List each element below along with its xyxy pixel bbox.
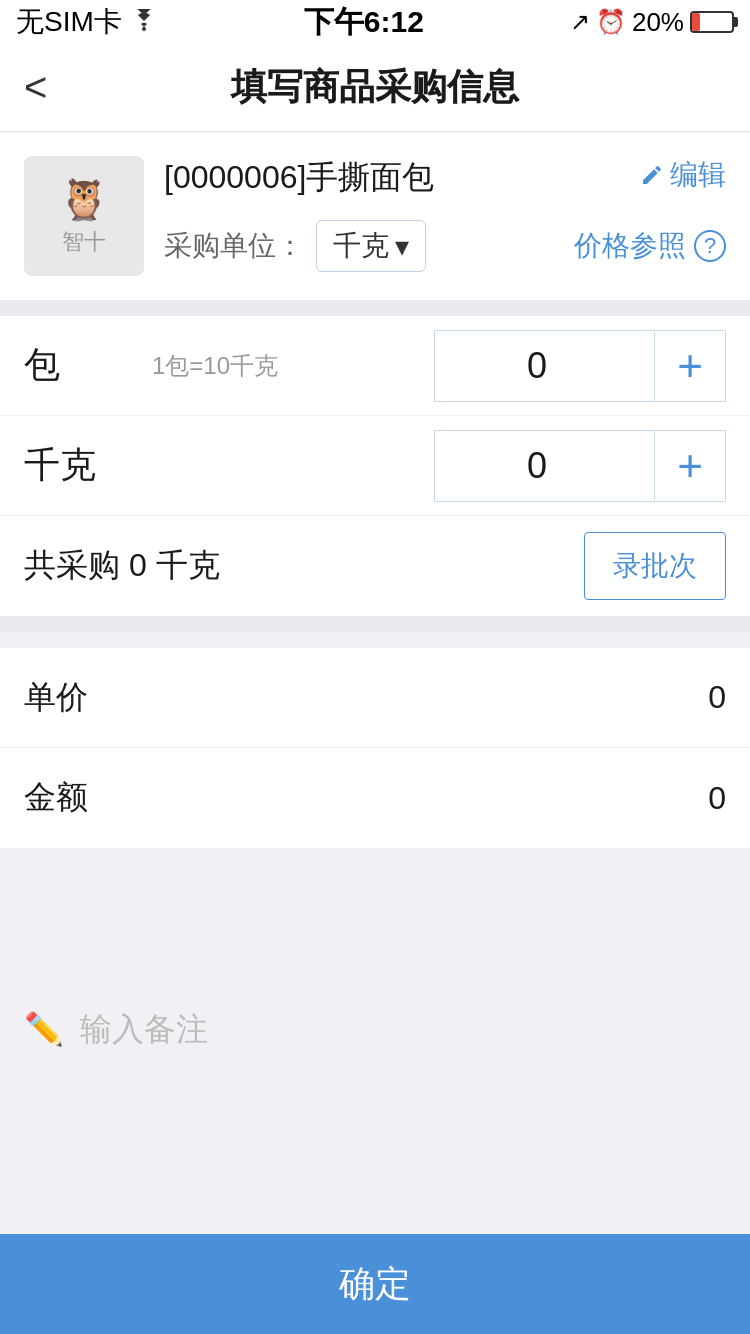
- edit-label: 编辑: [670, 156, 726, 194]
- purchase-unit-label: 采购单位：: [164, 227, 304, 265]
- amount-row: 金额 0: [0, 748, 750, 848]
- unit-price-value: 0: [708, 679, 726, 716]
- kg-quantity-input[interactable]: [434, 430, 654, 502]
- record-batch-button[interactable]: 录批次: [584, 532, 726, 600]
- time-display: 下午6:12: [304, 2, 424, 43]
- bao-quantity-input[interactable]: [434, 330, 654, 402]
- notes-section[interactable]: ✏️ 输入备注: [0, 848, 750, 1208]
- product-logo-icon: 🦉: [59, 176, 109, 223]
- price-ref-label: 价格参照: [574, 227, 686, 265]
- section-divider-1: [0, 300, 750, 316]
- page-title: 填写商品采购信息: [231, 63, 519, 112]
- pencil-icon: ✏️: [24, 1010, 64, 1048]
- amount-value: 0: [708, 780, 726, 817]
- location-icon: ↗: [570, 8, 590, 36]
- status-right: ↗ ⏰ 20%: [570, 7, 734, 38]
- price-reference-button[interactable]: 价格参照 ?: [574, 227, 726, 265]
- battery-icon: [690, 11, 734, 33]
- bao-plus-button[interactable]: +: [654, 330, 726, 402]
- product-section: 🦉 智十 [0000006]手撕面包 编辑 采购单位： 千克 ▾ 价格参照 ?: [0, 132, 750, 300]
- bao-quantity-row: 包 1包=10千克 +: [0, 316, 750, 416]
- bao-label: 包: [24, 341, 144, 390]
- unit-dropdown[interactable]: 千克 ▾: [316, 220, 426, 272]
- dropdown-arrow-icon: ▾: [395, 230, 409, 263]
- total-label: 共采购 0 千克: [24, 544, 220, 588]
- unit-price-label: 单价: [24, 676, 88, 720]
- kg-input-group: +: [434, 430, 726, 502]
- status-left: 无SIM卡: [16, 3, 158, 41]
- carrier-text: 无SIM卡: [16, 3, 122, 41]
- status-bar: 无SIM卡 下午6:12 ↗ ⏰ 20%: [0, 0, 750, 44]
- alarm-icon: ⏰: [596, 8, 626, 36]
- product-name: [0000006]手撕面包: [164, 156, 434, 200]
- purchase-unit-row: 采购单位： 千克 ▾ 价格参照 ?: [164, 220, 726, 272]
- unit-price-row: 单价 0: [0, 648, 750, 748]
- nav-bar: < 填写商品采购信息: [0, 44, 750, 132]
- unit-value: 千克: [333, 227, 389, 265]
- notes-inner: ✏️ 输入备注: [24, 1004, 726, 1052]
- edit-button[interactable]: 编辑: [640, 156, 726, 194]
- product-header: [0000006]手撕面包 编辑: [164, 156, 726, 200]
- kg-label: 千克: [24, 441, 144, 490]
- product-info: [0000006]手撕面包 编辑 采购单位： 千克 ▾ 价格参照 ?: [164, 156, 726, 272]
- bao-input-group: +: [434, 330, 726, 402]
- notes-placeholder: 输入备注: [80, 1008, 208, 1052]
- confirm-button[interactable]: 确定: [0, 1234, 750, 1334]
- battery-pct: 20%: [632, 7, 684, 38]
- quantity-section: 包 1包=10千克 + 千克 +: [0, 316, 750, 516]
- kg-quantity-row: 千克 +: [0, 416, 750, 516]
- price-ref-help-icon: ?: [694, 230, 726, 262]
- bao-sub-label: 1包=10千克: [152, 350, 278, 382]
- wifi-icon: [130, 6, 158, 38]
- amount-label: 金额: [24, 776, 88, 820]
- svg-point-0: [142, 27, 146, 31]
- price-section: 单价 0 金额 0: [0, 648, 750, 848]
- total-row: 共采购 0 千克 录批次: [0, 516, 750, 616]
- product-logo-text: 智十: [62, 227, 106, 257]
- kg-plus-button[interactable]: +: [654, 430, 726, 502]
- section-divider-2: [0, 616, 750, 632]
- product-image: 🦉 智十: [24, 156, 144, 276]
- back-button[interactable]: <: [14, 55, 57, 120]
